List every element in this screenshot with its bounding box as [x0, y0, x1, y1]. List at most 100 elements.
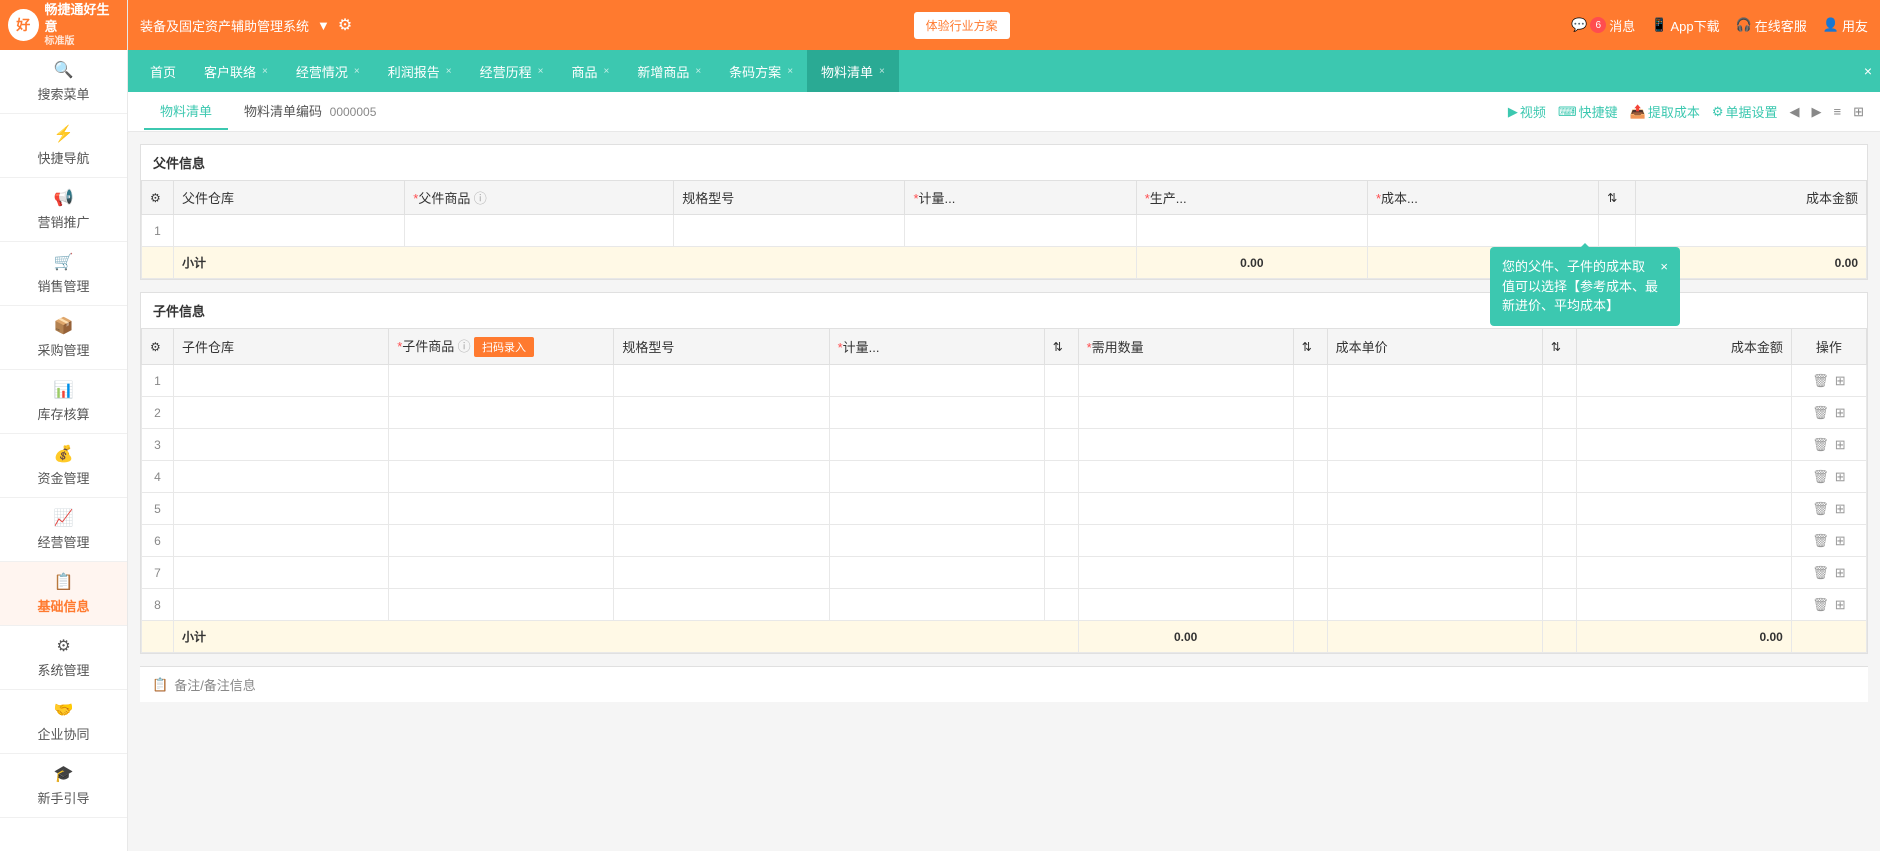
- child-row-3-unit[interactable]: [829, 429, 1044, 461]
- child-row-2-spec[interactable]: [614, 397, 829, 429]
- child-row-3-required-qty[interactable]: [1078, 429, 1293, 461]
- child-row-2-unit[interactable]: [829, 397, 1044, 429]
- child-row-2-required-qty[interactable]: [1078, 397, 1293, 429]
- child-row-7-unit-cost[interactable]: [1327, 557, 1542, 589]
- child-row-6-product[interactable]: [389, 525, 614, 557]
- tab-profit[interactable]: 利润报告 ×: [374, 50, 466, 92]
- child-row-5-required-qty[interactable]: [1078, 493, 1293, 525]
- child-row-8-unit[interactable]: [829, 589, 1044, 621]
- tab-operation[interactable]: 经营情况 ×: [282, 50, 374, 92]
- child-row-6-unit[interactable]: [829, 525, 1044, 557]
- tab-product-close[interactable]: ×: [603, 66, 609, 77]
- child-row-5-warehouse[interactable]: [174, 493, 389, 525]
- parent-row-1-cost[interactable]: [1367, 215, 1598, 247]
- tab-profit-close[interactable]: ×: [446, 66, 452, 77]
- sidebar-item-purchase[interactable]: 📦 采购管理: [0, 306, 127, 370]
- tab-bom[interactable]: 物料清单 ×: [807, 50, 899, 92]
- sidebar-item-guide[interactable]: 🎓 新手引导: [0, 754, 127, 818]
- tab-home[interactable]: 首页: [136, 50, 190, 92]
- copy-icon-7[interactable]: ⊞: [1835, 565, 1846, 581]
- child-row-8-cost-amount[interactable]: [1576, 589, 1791, 621]
- child-row-8-required-qty[interactable]: [1078, 589, 1293, 621]
- child-row-1-product[interactable]: [389, 365, 614, 397]
- child-row-3-spec[interactable]: [614, 429, 829, 461]
- subtab-bom-list[interactable]: 物料清单: [144, 93, 228, 130]
- extract-cost-button[interactable]: 📤 提取成本: [1630, 102, 1700, 121]
- sidebar-item-collab[interactable]: 🤝 企业协同: [0, 690, 127, 754]
- copy-icon-3[interactable]: ⊞: [1835, 437, 1846, 453]
- child-row-1-cost-amount[interactable]: [1576, 365, 1791, 397]
- child-row-2-unit-cost[interactable]: [1327, 397, 1542, 429]
- copy-icon-8[interactable]: ⊞: [1835, 597, 1846, 613]
- child-row-8-spec[interactable]: [614, 589, 829, 621]
- parent-cost-amount-input[interactable]: [1636, 215, 1866, 246]
- child-row-5-product[interactable]: [389, 493, 614, 525]
- child-row-5-spec[interactable]: [614, 493, 829, 525]
- sidebar-item-basic[interactable]: 📋 基础信息: [0, 562, 127, 626]
- parent-cost-input[interactable]: [1368, 215, 1598, 246]
- child-row-8-unit-cost[interactable]: [1327, 589, 1542, 621]
- subtab-bom-code[interactable]: 物料清单编码 0000005: [228, 93, 392, 130]
- expand-button[interactable]: ⊞: [1853, 104, 1864, 120]
- parent-unit-input[interactable]: [905, 215, 1135, 246]
- parent-row-1-production[interactable]: [1136, 215, 1367, 247]
- sidebar-item-search[interactable]: 🔍 搜索菜单: [0, 50, 127, 114]
- child-row-4-cost-amount[interactable]: [1576, 461, 1791, 493]
- child-row-3-product[interactable]: [389, 429, 614, 461]
- tab-operation-close[interactable]: ×: [354, 66, 360, 77]
- child-row-6-cost-amount[interactable]: [1576, 525, 1791, 557]
- child-row-4-unit-cost[interactable]: [1327, 461, 1542, 493]
- copy-icon-2[interactable]: ⊞: [1835, 405, 1846, 421]
- nav-prev-button[interactable]: ◀: [1790, 104, 1800, 120]
- dropdown-icon[interactable]: ▼: [317, 18, 330, 33]
- delete-icon-7[interactable]: 🗑: [1812, 565, 1829, 581]
- tab-customer[interactable]: 客户联络 ×: [190, 50, 282, 92]
- copy-icon-6[interactable]: ⊞: [1835, 533, 1846, 549]
- grid-view-button[interactable]: ≡: [1834, 104, 1842, 119]
- delete-icon-5[interactable]: 🗑: [1812, 501, 1829, 517]
- child-row-6-spec[interactable]: [614, 525, 829, 557]
- child-row-4-unit[interactable]: [829, 461, 1044, 493]
- copy-icon-1[interactable]: ⊞: [1835, 373, 1846, 389]
- parent-warehouse-input[interactable]: [174, 215, 404, 246]
- single-settings-button[interactable]: ⚙ 单据设置: [1712, 102, 1778, 121]
- parent-row-1-warehouse[interactable]: [174, 215, 405, 247]
- child-row-4-warehouse[interactable]: [174, 461, 389, 493]
- parent-row-1-spec[interactable]: [674, 215, 905, 247]
- tab-new-product-close[interactable]: ×: [695, 66, 701, 77]
- scan-btn[interactable]: 扫码录入: [474, 337, 534, 357]
- online-service-button[interactable]: 🎧 在线客服: [1736, 16, 1807, 35]
- child-row-5-cost-amount[interactable]: [1576, 493, 1791, 525]
- copy-icon-5[interactable]: ⊞: [1835, 501, 1846, 517]
- child-row-4-product[interactable]: [389, 461, 614, 493]
- child-row-8-warehouse[interactable]: [174, 589, 389, 621]
- delete-icon-6[interactable]: 🗑: [1812, 533, 1829, 549]
- child-row-2-cost-amount[interactable]: [1576, 397, 1791, 429]
- tab-bom-close[interactable]: ×: [879, 66, 885, 77]
- nav-next-button[interactable]: ▶: [1812, 104, 1822, 120]
- sidebar-item-marketing[interactable]: 📢 营销推广: [0, 178, 127, 242]
- child-row-1-warehouse[interactable]: [174, 365, 389, 397]
- child-row-4-required-qty[interactable]: [1078, 461, 1293, 493]
- child-row-6-required-qty[interactable]: [1078, 525, 1293, 557]
- delete-icon-1[interactable]: 🗑: [1812, 373, 1829, 389]
- tab-new-product[interactable]: 新增商品 ×: [623, 50, 715, 92]
- child-row-1-unit[interactable]: [829, 365, 1044, 397]
- child-row-2-warehouse[interactable]: [174, 397, 389, 429]
- child-row-8-product[interactable]: [389, 589, 614, 621]
- child-row-4-spec[interactable]: [614, 461, 829, 493]
- parent-row-1-product[interactable]: [405, 215, 674, 247]
- child-row-1-unit-cost[interactable]: [1327, 365, 1542, 397]
- trial-button[interactable]: 体验行业方案: [914, 12, 1010, 39]
- sidebar-item-inventory[interactable]: 📊 库存核算: [0, 370, 127, 434]
- child-row-3-warehouse[interactable]: [174, 429, 389, 461]
- child-row-7-spec[interactable]: [614, 557, 829, 589]
- sidebar-item-finance[interactable]: 💰 资金管理: [0, 434, 127, 498]
- child-row-5-unit[interactable]: [829, 493, 1044, 525]
- child-row-3-unit-cost[interactable]: [1327, 429, 1542, 461]
- child-row-5-unit-cost[interactable]: [1327, 493, 1542, 525]
- shortcut-button[interactable]: ⌨ 快捷键: [1558, 102, 1618, 121]
- message-button[interactable]: 💬 6 消息: [1571, 16, 1635, 35]
- app-download-button[interactable]: 📱 App下载: [1651, 16, 1719, 35]
- child-row-7-warehouse[interactable]: [174, 557, 389, 589]
